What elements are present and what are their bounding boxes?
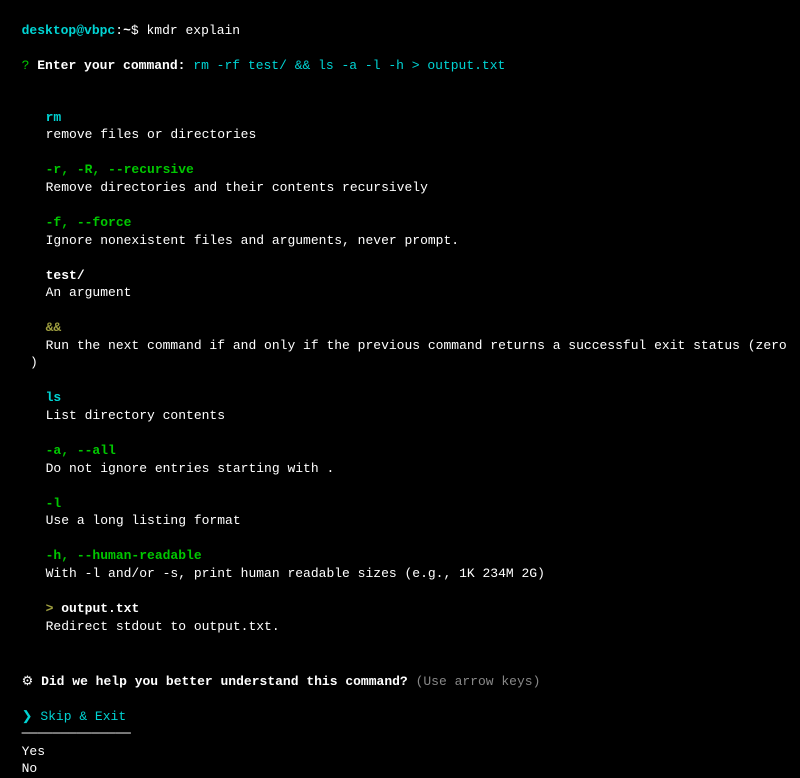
- selector-arrow-icon: ❯: [22, 709, 33, 724]
- token-output: output.txt: [61, 601, 139, 616]
- explain-l-flag: -l: [6, 477, 794, 512]
- explain-r-flag: -r, -R, --recursive: [6, 144, 794, 179]
- skip-exit-label: Skip & Exit: [40, 709, 126, 724]
- token-r-flag: -r, -R, --recursive: [46, 162, 194, 177]
- prompt-user: desktop: [22, 23, 77, 38]
- token-l-flag: -l: [46, 496, 62, 511]
- blank-line-2: [6, 635, 794, 652]
- explain-f-flag: -f, --force: [6, 196, 794, 231]
- prompt-host: vbpc: [84, 23, 115, 38]
- feedback-hint: (Use arrow keys): [416, 674, 541, 689]
- entered-command: kmdr explain: [146, 23, 240, 38]
- feedback-option-skip[interactable]: ❯ Skip & Exit: [6, 690, 794, 725]
- shell-prompt-line: desktop@vbpc:~$ kmdr explain: [6, 4, 794, 39]
- token-gt: >: [46, 601, 54, 616]
- explain-ls: ls: [6, 372, 794, 407]
- explain-h-flag: -h, --human-readable: [6, 530, 794, 565]
- token-ls: ls: [46, 390, 62, 405]
- explain-test: test/: [6, 249, 794, 284]
- feedback-question-line: ⚙ Did we help you better understand this…: [6, 655, 794, 690]
- explain-andand: &&: [6, 302, 794, 337]
- token-a-flag: -a, --all: [46, 443, 116, 458]
- explain-andand-desc: Run the next command if and only if the …: [30, 337, 794, 372]
- explain-rm: rm: [6, 91, 794, 126]
- gear-icon: ⚙: [22, 674, 34, 689]
- question-mark-icon: ?: [22, 58, 30, 73]
- explain-h-flag-desc: With -l and/or -s, print human readable …: [30, 565, 794, 583]
- explain-ls-desc: List directory contents: [30, 407, 794, 425]
- token-f-flag: -f, --force: [46, 215, 132, 230]
- explain-a-flag-desc: Do not ignore entries starting with .: [30, 460, 794, 478]
- prompt-at: @: [76, 23, 84, 38]
- explain-f-flag-desc: Ignore nonexistent files and arguments, …: [30, 232, 794, 250]
- enter-label: Enter your command:: [37, 58, 185, 73]
- token-h-flag: -h, --human-readable: [46, 548, 202, 563]
- token-rm: rm: [46, 110, 62, 125]
- explain-l-flag-desc: Use a long listing format: [30, 512, 794, 530]
- token-andand: &&: [46, 320, 62, 335]
- prompt-dollar: $: [131, 23, 147, 38]
- explain-redirect: > output.txt: [6, 583, 794, 618]
- explain-a-flag: -a, --all: [6, 425, 794, 460]
- command-input-value: rm -rf test/ && ls -a -l -h > output.txt: [193, 58, 505, 73]
- feedback-option-yes[interactable]: Yes: [6, 743, 794, 761]
- token-test: test/: [46, 268, 85, 283]
- explain-r-flag-desc: Remove directories and their contents re…: [30, 179, 794, 197]
- explain-test-desc: An argument: [30, 284, 794, 302]
- feedback-divider: ──────────────: [6, 725, 794, 743]
- feedback-question: Did we help you better understand this c…: [41, 674, 408, 689]
- prompt-path: ~: [123, 23, 131, 38]
- feedback-option-no[interactable]: No: [6, 760, 794, 778]
- prompt-sep: :: [115, 23, 123, 38]
- explain-redirect-desc: Redirect stdout to output.txt.: [30, 618, 794, 636]
- explain-rm-desc: remove files or directories: [30, 126, 794, 144]
- command-input-line[interactable]: ? Enter your command: rm -rf test/ && ls…: [6, 39, 794, 74]
- blank-line: [6, 74, 794, 91]
